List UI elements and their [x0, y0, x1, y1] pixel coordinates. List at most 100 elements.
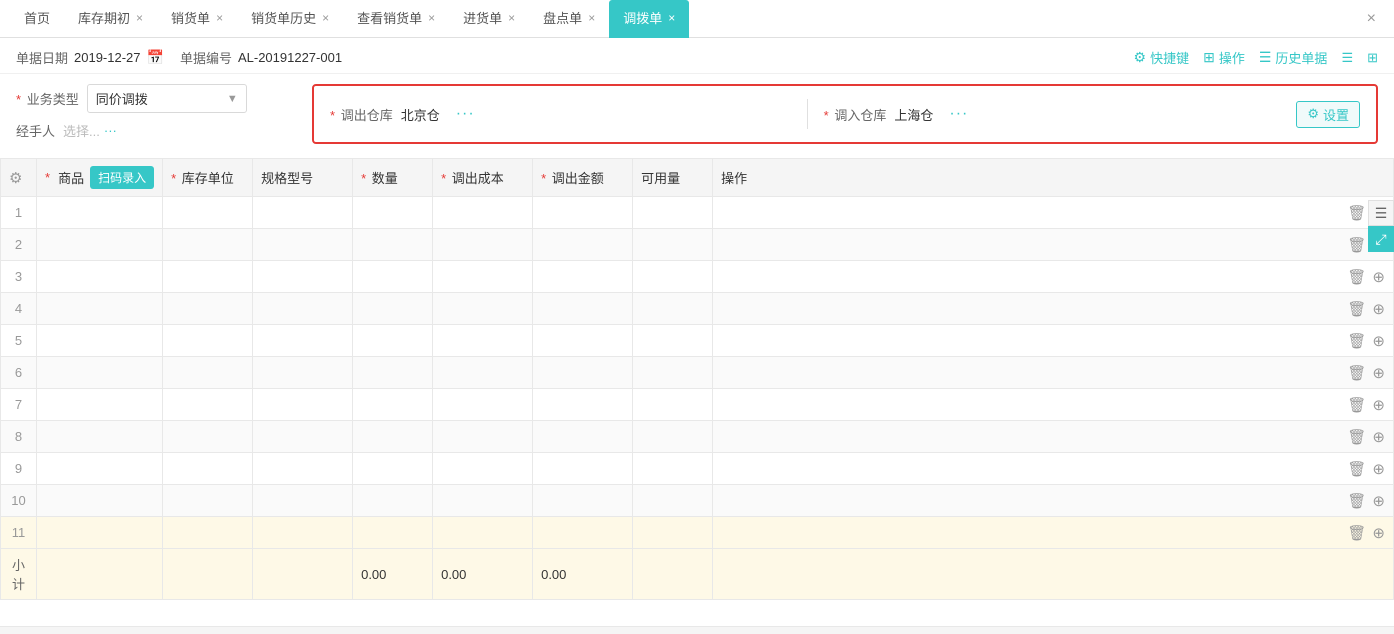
- warehouse-in-dots-icon[interactable]: ···: [949, 105, 968, 123]
- sidebar-note-btn[interactable]: ☰: [1368, 200, 1394, 226]
- table-cell-product[interactable]: [37, 261, 163, 293]
- business-type-field: * 业务类型 同价调拨 ▼: [16, 84, 296, 113]
- table-cell-product[interactable]: [37, 453, 163, 485]
- tab-inventory-count[interactable]: 盘点单 ×: [529, 0, 609, 38]
- tab-purchase-order[interactable]: 进货单 ×: [449, 0, 529, 38]
- sidebar-expand-btn[interactable]: ⤢: [1368, 226, 1394, 252]
- table-cell-available: [633, 421, 713, 453]
- settings-button[interactable]: ⚙ 设置: [1296, 101, 1360, 128]
- table-cell-actions: 🗑 ⊕: [713, 453, 1394, 485]
- warehouse-in-field: * 调入仓库 上海仓 ···: [824, 105, 1285, 124]
- toolbar-right: ⚙ 快捷键 ⊞ 操作 ☰ 历史单据 ☰ ⊞: [1134, 48, 1378, 67]
- table-cell-unit: [163, 197, 253, 229]
- table-cell-qty: [353, 293, 433, 325]
- table-cell-product[interactable]: [37, 485, 163, 517]
- delete-icon[interactable]: 🗑: [1347, 236, 1366, 254]
- copy-icon[interactable]: ⊕: [1372, 268, 1385, 286]
- main-content: 单据日期 2019-12-27 📅 单据编号 AL-20191227-001 ⚙…: [0, 38, 1394, 634]
- delete-icon[interactable]: 🗑: [1347, 300, 1366, 318]
- table-cell-cost: [433, 229, 533, 261]
- delete-icon[interactable]: 🗑: [1347, 332, 1366, 350]
- tab-transfer-order[interactable]: 调拨单 ×: [609, 0, 689, 38]
- history-action[interactable]: ☰ 历史单据: [1259, 48, 1328, 67]
- table-cell-qty: [353, 197, 433, 229]
- tab-view-sales[interactable]: 查看销货单 ×: [343, 0, 449, 38]
- delete-icon[interactable]: 🗑: [1347, 492, 1366, 510]
- table-cell-product[interactable]: [37, 357, 163, 389]
- warehouse-in-value: 上海仓: [894, 105, 933, 124]
- operate-action[interactable]: ⊞ 操作: [1203, 48, 1245, 67]
- tab-home[interactable]: 首页: [10, 0, 64, 38]
- th-available: 可用量: [633, 159, 713, 197]
- close-tab-inventory-count[interactable]: ×: [588, 12, 595, 24]
- gear-icon[interactable]: ⚙: [9, 170, 22, 187]
- delete-icon[interactable]: 🗑: [1347, 428, 1366, 446]
- row-num: 1: [1, 197, 37, 229]
- row-num: 7: [1, 389, 37, 421]
- th-gear[interactable]: ⚙: [1, 159, 37, 197]
- close-tab-inventory-init[interactable]: ×: [136, 12, 143, 24]
- table-cell-spec: [253, 453, 353, 485]
- shortcut-action[interactable]: ⚙ 快捷键: [1134, 48, 1190, 67]
- layout-action[interactable]: ☰: [1341, 50, 1353, 66]
- table-cell-actions: 🗑 ⊕: [713, 485, 1394, 517]
- copy-icon[interactable]: ⊕: [1372, 332, 1385, 350]
- delete-icon[interactable]: 🗑: [1347, 268, 1366, 286]
- close-tab-transfer-order[interactable]: ×: [668, 12, 675, 24]
- table-cell-amount: [533, 261, 633, 293]
- table-cell-product[interactable]: [37, 229, 163, 261]
- copy-icon[interactable]: ⊕: [1372, 492, 1385, 510]
- delete-icon[interactable]: 🗑: [1347, 460, 1366, 478]
- copy-icon[interactable]: ⊕: [1372, 364, 1385, 382]
- table-cell-unit: [163, 389, 253, 421]
- row-num: 2: [1, 229, 37, 261]
- close-tab-sales-history[interactable]: ×: [322, 12, 329, 24]
- delete-icon[interactable]: 🗑: [1347, 204, 1366, 222]
- table-cell-available: [633, 325, 713, 357]
- close-tab-sales-order[interactable]: ×: [216, 12, 223, 24]
- close-tab-view-sales[interactable]: ×: [428, 12, 435, 24]
- copy-icon[interactable]: ⊕: [1372, 396, 1385, 414]
- table-cell-product[interactable]: [37, 421, 163, 453]
- delete-icon[interactable]: 🗑: [1347, 524, 1366, 542]
- tab-sales-history[interactable]: 销货单历史 ×: [237, 0, 343, 38]
- row-num: 6: [1, 357, 37, 389]
- table-cell-product[interactable]: [37, 517, 163, 549]
- table-cell-product[interactable]: [37, 389, 163, 421]
- table-cell-amount: [533, 325, 633, 357]
- table-cell-cost: [433, 357, 533, 389]
- business-type-select[interactable]: 同价调拨 ▼: [87, 84, 247, 113]
- person-dots-icon[interactable]: ···: [104, 123, 117, 138]
- table-cell-product[interactable]: [37, 293, 163, 325]
- close-window-btn[interactable]: ×: [1359, 10, 1384, 28]
- copy-icon[interactable]: ⊕: [1372, 428, 1385, 446]
- delete-icon[interactable]: 🗑: [1347, 396, 1366, 414]
- tab-inventory-init[interactable]: 库存期初 ×: [64, 0, 157, 38]
- copy-icon[interactable]: ⊕: [1372, 524, 1385, 542]
- grid-layout-action[interactable]: ⊞: [1367, 50, 1378, 66]
- bottom-scrollbar[interactable]: [0, 626, 1394, 634]
- row-num: 10: [1, 485, 37, 517]
- th-spec: 规格型号: [253, 159, 353, 197]
- warehouse-in-label: * 调入仓库: [824, 105, 887, 124]
- date-group: 单据日期 2019-12-27 📅: [16, 48, 164, 67]
- copy-icon[interactable]: ⊕: [1372, 300, 1385, 318]
- warehouse-out-field: * 调出仓库 北京仓 ···: [330, 105, 791, 124]
- person-selector[interactable]: 选择... ···: [63, 121, 117, 140]
- table-cell-available: [633, 293, 713, 325]
- table-cell-product[interactable]: [37, 197, 163, 229]
- table-cell-qty: [353, 325, 433, 357]
- tab-sales-order[interactable]: 销货单 ×: [157, 0, 237, 38]
- table-cell-cost: [433, 261, 533, 293]
- shortcut-icon: ⚙: [1134, 49, 1147, 66]
- close-tab-purchase-order[interactable]: ×: [508, 12, 515, 24]
- warehouse-out-dots-icon[interactable]: ···: [456, 105, 475, 123]
- grid-icon: ⊞: [1367, 50, 1378, 66]
- calendar-icon[interactable]: 📅: [147, 49, 164, 66]
- table-cell-amount: [533, 389, 633, 421]
- copy-icon[interactable]: ⊕: [1372, 460, 1385, 478]
- delete-icon[interactable]: 🗑: [1347, 364, 1366, 382]
- table-cell-product[interactable]: [37, 325, 163, 357]
- settings-icon: ⚙: [1307, 106, 1319, 122]
- scan-button[interactable]: 扫码录入: [90, 166, 154, 189]
